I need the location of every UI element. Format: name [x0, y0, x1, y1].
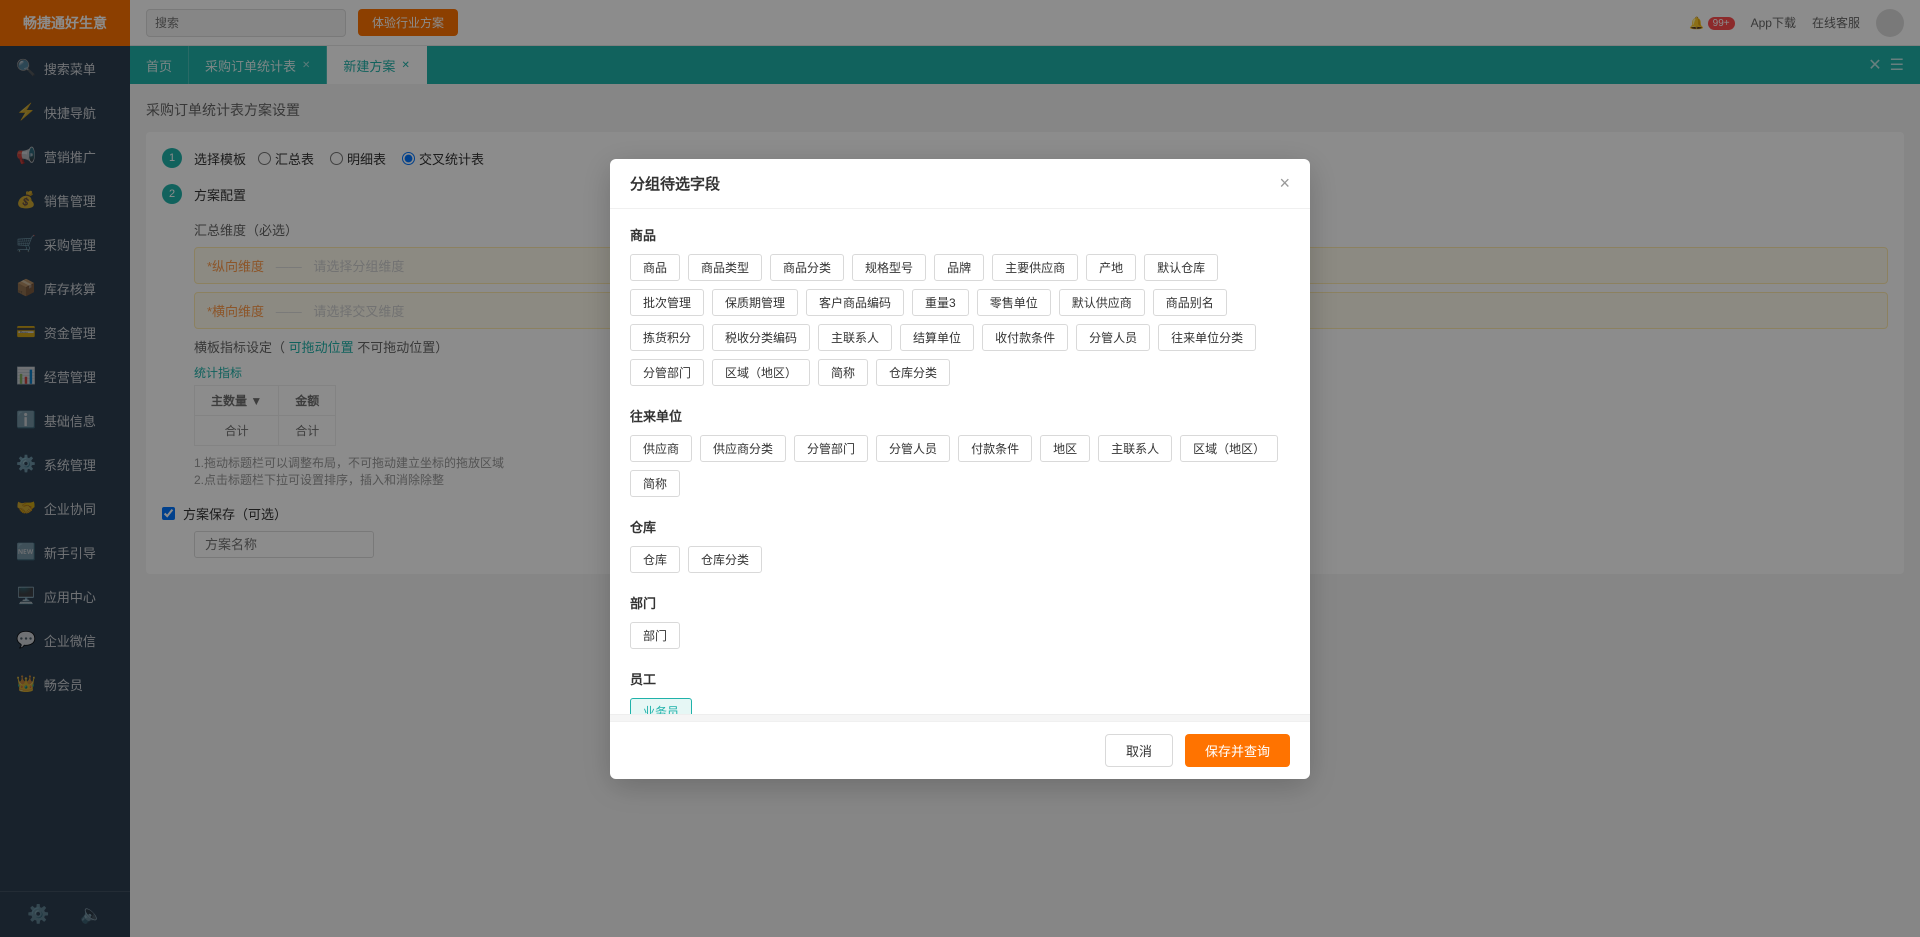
cancel-button[interactable]: 取消: [1105, 734, 1173, 767]
field-group-title-3: 部门: [630, 593, 1290, 612]
field-tag-1-1[interactable]: 供应商分类: [700, 435, 786, 462]
field-tag-0-22[interactable]: 分管部门: [630, 359, 704, 386]
field-group-4: 员工业务员: [630, 669, 1290, 714]
field-tag-1-6[interactable]: 主联系人: [1098, 435, 1172, 462]
dialog-scrollbar[interactable]: [610, 714, 1310, 721]
field-group-2: 仓库仓库仓库分类: [630, 517, 1290, 573]
field-tag-0-17[interactable]: 主联系人: [818, 324, 892, 351]
field-group-1: 往来单位供应商供应商分类分管部门分管人员付款条件地区主联系人区域（地区） 简称: [630, 406, 1290, 497]
field-tag-0-25[interactable]: 仓库分类: [876, 359, 950, 386]
field-tag-2-0[interactable]: 仓库: [630, 546, 680, 573]
field-tag-1-2[interactable]: 分管部门: [794, 435, 868, 462]
field-tag-4-0[interactable]: 业务员: [630, 698, 692, 714]
field-tag-0-20[interactable]: 分管人员: [1076, 324, 1150, 351]
field-tag-3-0[interactable]: 部门: [630, 622, 680, 649]
field-tag-0-5[interactable]: 主要供应商: [992, 254, 1078, 281]
field-tag-0-7[interactable]: 默认仓库: [1144, 254, 1218, 281]
field-group-title-0: 商品: [630, 225, 1290, 244]
field-tag-1-4[interactable]: 付款条件: [958, 435, 1032, 462]
field-group-0: 商品商品商品类型商品分类规格型号品牌主要供应商产地默认仓库批次管理保质期管理客户…: [630, 225, 1290, 386]
field-tag-0-2[interactable]: 商品分类: [770, 254, 844, 281]
field-tag-0-14[interactable]: 商品别名: [1153, 289, 1227, 316]
field-group-3: 部门部门: [630, 593, 1290, 649]
field-tags-3: 部门: [630, 622, 1290, 649]
field-tag-0-4[interactable]: 品牌: [934, 254, 984, 281]
field-tag-0-13[interactable]: 默认供应商: [1059, 289, 1145, 316]
field-tag-0-19[interactable]: 收付款条件: [982, 324, 1068, 351]
field-tags-0: 商品商品类型商品分类规格型号品牌主要供应商产地默认仓库批次管理保质期管理客户商品…: [630, 254, 1290, 386]
field-tag-0-12[interactable]: 零售单位: [977, 289, 1051, 316]
field-tag-0-21[interactable]: 往来单位分类: [1158, 324, 1256, 351]
field-tag-0-23[interactable]: 区域（地区）: [712, 359, 810, 386]
field-tag-0-3[interactable]: 规格型号: [852, 254, 926, 281]
field-tags-2: 仓库仓库分类: [630, 546, 1290, 573]
dialog-title: 分组待选字段: [630, 173, 720, 194]
field-tags-4: 业务员: [630, 698, 1290, 714]
confirm-button[interactable]: 保存并查询: [1185, 734, 1290, 767]
field-tag-0-1[interactable]: 商品类型: [688, 254, 762, 281]
field-tag-0-0[interactable]: 商品: [630, 254, 680, 281]
field-group-title-4: 员工: [630, 669, 1290, 688]
field-tag-1-3[interactable]: 分管人员: [876, 435, 950, 462]
field-tag-0-11[interactable]: 重量3: [912, 289, 969, 316]
field-tags-1: 供应商供应商分类分管部门分管人员付款条件地区主联系人区域（地区） 简称: [630, 435, 1290, 497]
dialog-body: 商品商品商品类型商品分类规格型号品牌主要供应商产地默认仓库批次管理保质期管理客户…: [610, 209, 1310, 714]
dialog: 分组待选字段 × 商品商品商品类型商品分类规格型号品牌主要供应商产地默认仓库批次…: [610, 159, 1310, 779]
dialog-close-button[interactable]: ×: [1279, 174, 1290, 192]
field-tag-0-18[interactable]: 结算单位: [900, 324, 974, 351]
dialog-footer: 取消 保存并查询: [610, 721, 1310, 779]
field-tag-0-10[interactable]: 客户商品编码: [806, 289, 904, 316]
field-tag-1-0[interactable]: 供应商: [630, 435, 692, 462]
field-group-title-2: 仓库: [630, 517, 1290, 536]
field-tag-0-16[interactable]: 税收分类编码: [712, 324, 810, 351]
overlay: 分组待选字段 × 商品商品商品类型商品分类规格型号品牌主要供应商产地默认仓库批次…: [0, 0, 1920, 937]
field-tag-0-6[interactable]: 产地: [1086, 254, 1136, 281]
dialog-header: 分组待选字段 ×: [610, 159, 1310, 209]
field-tag-0-8[interactable]: 批次管理: [630, 289, 704, 316]
field-tag-1-5[interactable]: 地区: [1040, 435, 1090, 462]
field-tag-1-8[interactable]: 简称: [630, 470, 680, 497]
field-group-title-1: 往来单位: [630, 406, 1290, 425]
field-tag-0-9[interactable]: 保质期管理: [712, 289, 798, 316]
field-tag-0-15[interactable]: 拣货积分: [630, 324, 704, 351]
field-tag-2-1[interactable]: 仓库分类: [688, 546, 762, 573]
field-tag-0-24[interactable]: 简称: [818, 359, 868, 386]
field-tag-1-7[interactable]: 区域（地区）: [1180, 435, 1278, 462]
